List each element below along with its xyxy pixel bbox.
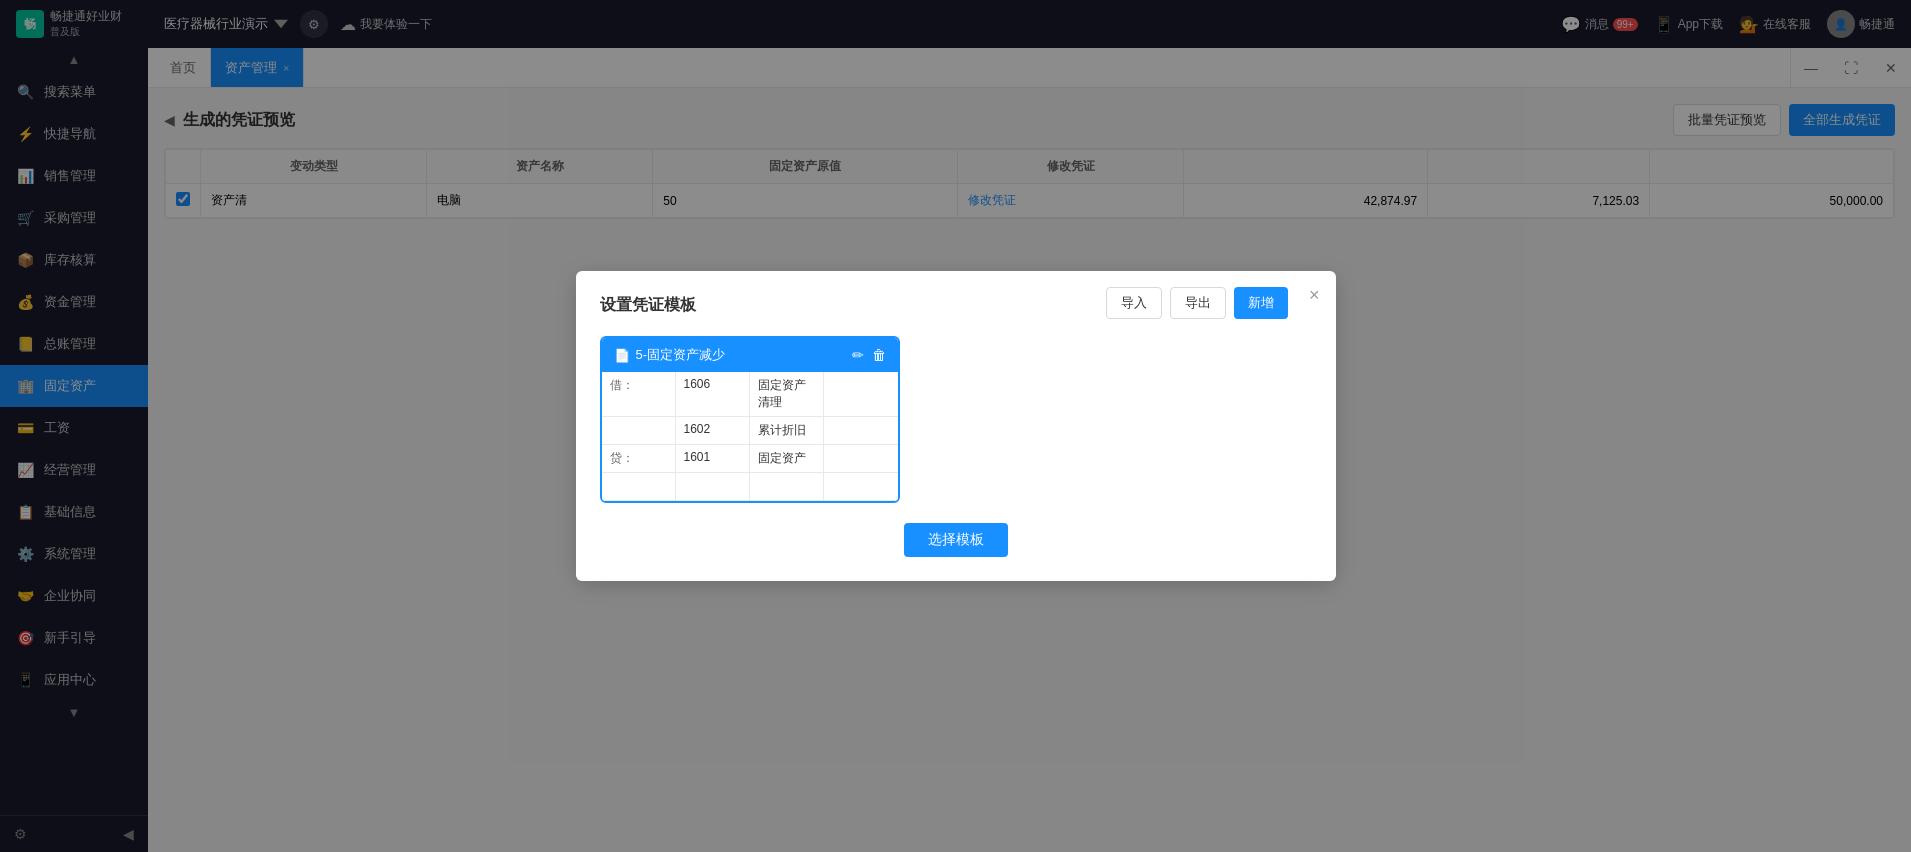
new-button[interactable]: 新增	[1234, 287, 1288, 319]
template-header-left: 📄 5-固定资产减少	[614, 346, 726, 364]
template-row-4	[602, 473, 898, 501]
template-cell-type-4	[602, 473, 676, 500]
template-card-body: 借： 1606 固定资产清理 1602 累计折旧 贷： 1601 固定资产	[602, 372, 898, 501]
template-cell-type-3: 贷：	[602, 445, 676, 472]
template-row-1: 借： 1606 固定资产清理	[602, 372, 898, 417]
template-cell-extra-3	[824, 445, 898, 472]
template-cell-type-1: 借：	[602, 372, 676, 416]
import-button[interactable]: 导入	[1106, 287, 1162, 319]
template-cell-extra-4	[824, 473, 898, 500]
dialog-toolbar: 导入 导出 新增	[1106, 287, 1288, 319]
template-cell-code-1: 1606	[676, 372, 750, 416]
template-cell-name-4	[750, 473, 824, 500]
template-card: 📄 5-固定资产减少 ✏ 🗑 借： 1606 固定资产清理	[600, 336, 900, 503]
select-template-button[interactable]: 选择模板	[904, 523, 1008, 557]
template-delete-icon[interactable]: 🗑	[872, 347, 886, 363]
template-cell-extra-1	[824, 372, 898, 416]
template-cell-code-3: 1601	[676, 445, 750, 472]
template-cell-name-1: 固定资产清理	[750, 372, 824, 416]
template-cell-code-2: 1602	[676, 417, 750, 444]
template-edit-icon[interactable]: ✏	[852, 347, 864, 363]
template-cell-name-3: 固定资产	[750, 445, 824, 472]
template-cell-name-2: 累计折旧	[750, 417, 824, 444]
template-row-2: 1602 累计折旧	[602, 417, 898, 445]
template-cell-type-2	[602, 417, 676, 444]
template-full-label: 5-固定资产减少	[636, 346, 726, 364]
dialog: 设置凭证模板 × 导入 导出 新增 📄 5-固定资产减少 ✏ 🗑	[576, 271, 1336, 581]
dialog-close-button[interactable]: ×	[1309, 285, 1320, 306]
template-card-header: 📄 5-固定资产减少 ✏ 🗑	[602, 338, 898, 372]
template-cell-extra-2	[824, 417, 898, 444]
template-cell-code-4	[676, 473, 750, 500]
template-header-right: ✏ 🗑	[852, 347, 886, 363]
dialog-overlay: 设置凭证模板 × 导入 导出 新增 📄 5-固定资产减少 ✏ 🗑	[0, 0, 1911, 852]
template-doc-icon: 📄	[614, 348, 630, 363]
export-button[interactable]: 导出	[1170, 287, 1226, 319]
template-row-3: 贷： 1601 固定资产	[602, 445, 898, 473]
